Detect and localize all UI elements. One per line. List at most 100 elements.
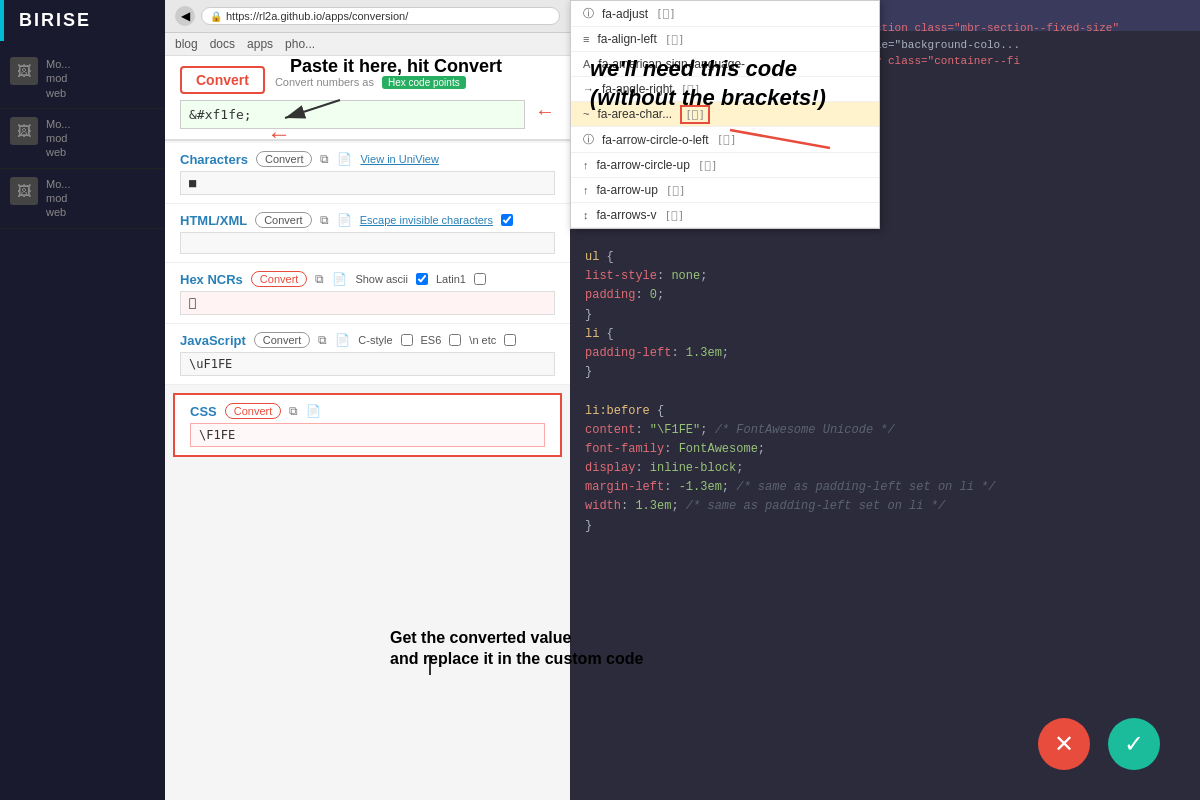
htmlxml-convert-btn[interactable]: Convert: [255, 212, 312, 228]
fa-arrow-circle-up-code: []: [698, 159, 718, 172]
css-line-11: font-family: FontAwesome;: [585, 440, 1185, 459]
fa-adjust-code: []: [656, 7, 676, 20]
javascript-section: JavaScript Convert ⧉ 📄 C-style ES6 \n et…: [165, 324, 570, 385]
convert-numbers-label: Convert numbers as: [275, 76, 374, 88]
dropdown-overlay: ⓘ fa-adjust [] ≡ fa-align-left [] A fa…: [570, 0, 880, 229]
characters-title: Characters: [180, 152, 248, 167]
hexncrs-title: Hex NCRs: [180, 272, 243, 287]
nav-pho[interactable]: pho...: [285, 37, 315, 51]
css-line-9: li:before {: [585, 402, 1185, 421]
dropdown-item-fa-arrows-v[interactable]: ↕ fa-arrows-v []: [571, 203, 879, 228]
sidebar-brand: BIRISE: [0, 0, 165, 41]
main-convert-button[interactable]: Convert: [180, 66, 265, 94]
characters-convert-btn[interactable]: Convert: [256, 151, 313, 167]
css-line-12: display: inline-block;: [585, 459, 1185, 478]
sidebar-item-1[interactable]: 🖼 Mo...modweb: [0, 49, 165, 109]
dropdown-item-fa-adjust[interactable]: ⓘ fa-adjust []: [571, 1, 879, 27]
htmlxml-copy-icon[interactable]: ⧉: [320, 213, 329, 227]
fa-american-name: fa-american-sign-language-: [598, 57, 745, 71]
css-line-8: [585, 382, 1185, 401]
javascript-file-icon[interactable]: 📄: [335, 333, 350, 347]
url-text: https://rl2a.github.io/apps/conversion/: [226, 10, 408, 22]
sidebar-item-3[interactable]: 🖼 Mo...modweb: [0, 169, 165, 229]
css-line-7: }: [585, 363, 1185, 382]
fa-angle-right-code: []: [681, 83, 701, 96]
fa-area-char-code: []: [680, 108, 710, 121]
escape-invisible-btn[interactable]: Escape invisible characters: [360, 214, 493, 226]
url-bar[interactable]: 🔒 https://rl2a.github.io/apps/conversion…: [201, 7, 560, 25]
fa-arrows-v-code: []: [665, 209, 685, 222]
fa-arrows-v-name: fa-arrows-v: [597, 208, 657, 222]
css-line-10: content: "\F1FE"; /* FontAwesome Unicode…: [585, 421, 1185, 440]
fa-arrow-circle-o-left-name: fa-arrow-circle-o-left: [602, 133, 709, 147]
htmlxml-result: [180, 232, 555, 254]
fa-arrow-up-name: fa-arrow-up: [597, 183, 658, 197]
css-line-14: width: 1.3em; /* same as padding-left se…: [585, 497, 1185, 516]
es6-checkbox[interactable]: [449, 334, 461, 346]
dropdown-item-fa-arrow-circle-o-left[interactable]: ⓘ fa-arrow-circle-o-left []: [571, 127, 879, 153]
dropdown-item-fa-american[interactable]: A fa-american-sign-language-: [571, 52, 879, 77]
sidebar-item-icon-2: 🖼: [10, 117, 38, 145]
convert-options: Convert numbers as Hex code points: [275, 76, 466, 89]
fa-area-char-icon: ~: [583, 108, 589, 120]
cstyle-checkbox[interactable]: [401, 334, 413, 346]
hexncrs-section: Hex NCRs Convert ⧉ 📄 Show ascii Latin1 : [165, 263, 570, 324]
fa-arrow-circle-up-icon: ↑: [583, 159, 589, 171]
fa-american-icon: A: [583, 58, 590, 70]
characters-copy-icon[interactable]: ⧉: [320, 152, 329, 166]
html-line1: <section class="mbr-section--fixed-size": [855, 22, 1119, 34]
netc-label: \n etc: [469, 334, 496, 346]
fa-align-left-name: fa-align-left: [597, 32, 656, 46]
confirm-button[interactable]: ✓: [1108, 718, 1160, 770]
sidebar-item-icon-1: 🖼: [10, 57, 38, 85]
cstyle-label: C-style: [358, 334, 392, 346]
javascript-result: \uF1FE: [180, 352, 555, 376]
sidebar-items: 🖼 Mo...modweb 🖼 Mo...modweb 🖼 Mo...modwe…: [0, 49, 165, 229]
fa-arrow-circle-o-left-code: []: [717, 133, 737, 146]
css-code-content: ul { list-style: none; padding: 0; } li …: [570, 233, 1200, 551]
latin1-checkbox[interactable]: [474, 273, 486, 285]
css-result: \F1FE: [190, 423, 545, 447]
sidebar-item-2[interactable]: 🖼 Mo...modweb: [0, 109, 165, 169]
hexncrs-copy-icon[interactable]: ⧉: [315, 272, 324, 286]
dropdown-item-fa-angle-right[interactable]: → fa-angle-right []: [571, 77, 879, 102]
javascript-convert-btn[interactable]: Convert: [254, 332, 311, 348]
cancel-button[interactable]: ✕: [1038, 718, 1090, 770]
hexncrs-file-icon[interactable]: 📄: [332, 272, 347, 286]
fa-area-highlighted-code: []: [680, 105, 710, 124]
css-convert-btn[interactable]: Convert: [225, 403, 282, 419]
back-button[interactable]: ◀: [175, 6, 195, 26]
fa-arrow-up-icon: ↑: [583, 184, 589, 196]
css-section-highlighted: CSS Convert ⧉ 📄 \F1FE: [173, 393, 562, 457]
characters-file-icon[interactable]: 📄: [337, 152, 352, 166]
javascript-copy-icon[interactable]: ⧉: [318, 333, 327, 347]
html-code-preview: <section class="mbr-section--fixed-size"…: [840, 10, 1200, 80]
show-ascii-checkbox[interactable]: [416, 273, 428, 285]
hexncrs-convert-btn[interactable]: Convert: [251, 271, 308, 287]
css-copy-icon[interactable]: ⧉: [289, 404, 298, 418]
view-in-uniview-btn[interactable]: View in UniView: [360, 153, 438, 165]
nav-blog[interactable]: blog: [175, 37, 198, 51]
nav-docs[interactable]: docs: [210, 37, 235, 51]
lock-icon: 🔒: [210, 11, 222, 22]
show-ascii-label: Show ascii: [355, 273, 408, 285]
htmlxml-file-icon[interactable]: 📄: [337, 213, 352, 227]
escape-invisible-checkbox[interactable]: [501, 214, 513, 226]
hex-code-points-tag[interactable]: Hex code points: [382, 76, 466, 89]
css-line-13: margin-left: -1.3em; /* same as padding-…: [585, 478, 1185, 497]
dropdown-item-fa-align-left[interactable]: ≡ fa-align-left []: [571, 27, 879, 52]
css-line-4: }: [585, 306, 1185, 325]
fa-adjust-name: fa-adjust: [602, 7, 648, 21]
dropdown-item-fa-area-char[interactable]: ~ fa-area-char... []: [571, 102, 879, 127]
dropdown-item-fa-arrow-up[interactable]: ↑ fa-arrow-up []: [571, 178, 879, 203]
dropdown-item-fa-arrow-circle-up[interactable]: ↑ fa-arrow-circle-up []: [571, 153, 879, 178]
css-title: CSS: [190, 404, 217, 419]
netc-checkbox[interactable]: [504, 334, 516, 346]
htmlxml-title: HTML/XML: [180, 213, 247, 228]
fa-arrow-up-code: []: [666, 184, 686, 197]
nav-apps[interactable]: apps: [247, 37, 273, 51]
css-line-1: ul {: [585, 248, 1185, 267]
latin1-label: Latin1: [436, 273, 466, 285]
htmlxml-section: HTML/XML Convert ⧉ 📄 Escape invisible ch…: [165, 204, 570, 263]
css-file-icon[interactable]: 📄: [306, 404, 321, 418]
